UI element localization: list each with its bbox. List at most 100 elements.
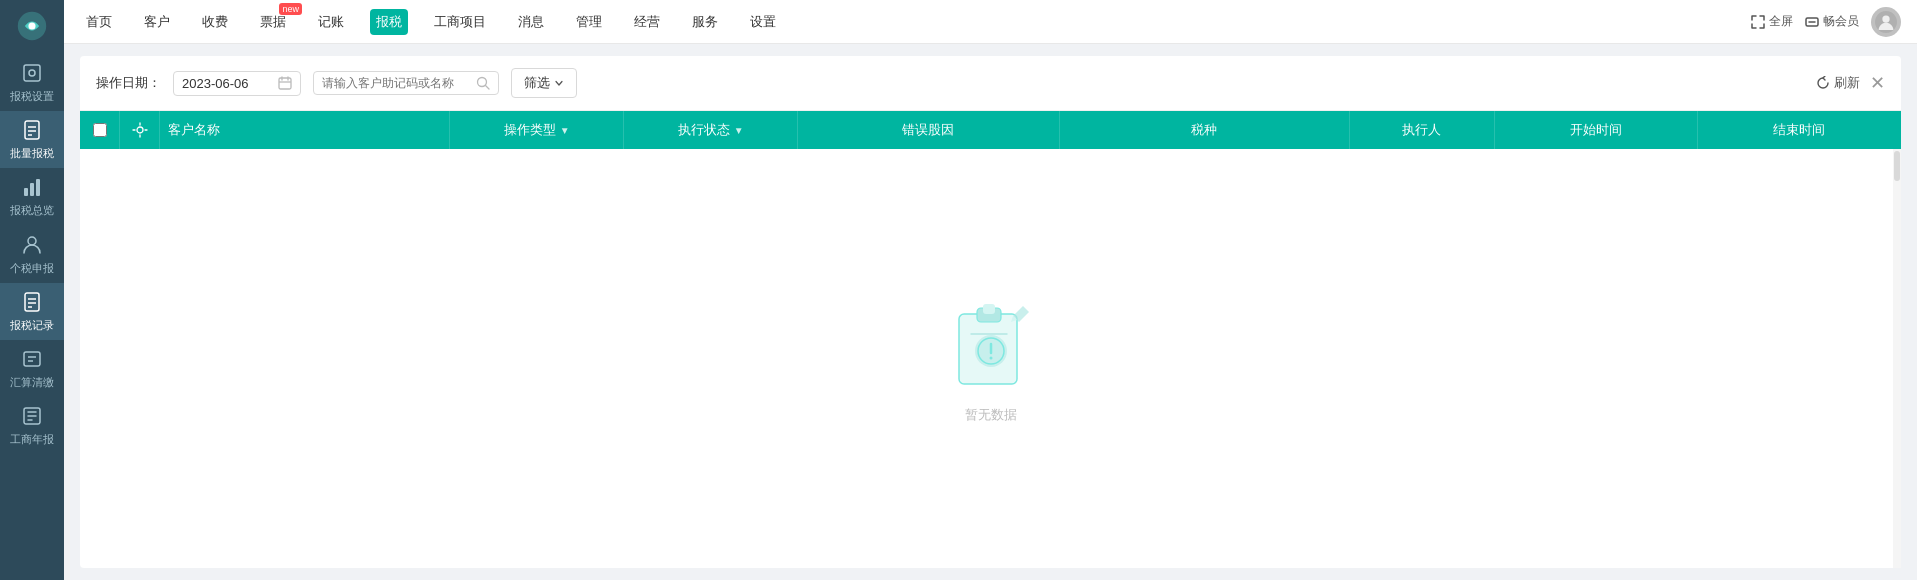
filter-label: 筛选: [524, 74, 550, 92]
refresh-button[interactable]: 刷新: [1816, 74, 1860, 92]
col-exec-status[interactable]: 执行状态 ▼: [624, 111, 798, 149]
sidebar-item-tax-overview-label: 报税总览: [10, 204, 54, 217]
sidebar-item-annual-report-label: 工商年报: [10, 433, 54, 446]
tax-records-icon: [21, 291, 43, 316]
sidebar-item-personal-tax-label: 个税申报: [10, 262, 54, 275]
chevron-down-icon: [554, 78, 564, 88]
svg-rect-12: [25, 293, 39, 311]
sidebar-item-tax-overview[interactable]: 报税总览: [0, 168, 64, 225]
sidebar-item-tax-records[interactable]: 报税记录: [0, 283, 64, 340]
col-settings[interactable]: [120, 111, 160, 149]
col-client-name: 客户名称: [160, 111, 450, 149]
exec-status-sort-icon: ▼: [734, 125, 744, 136]
nav-tax[interactable]: 报税: [370, 9, 408, 35]
nav-message[interactable]: 消息: [512, 9, 550, 35]
toolbar: 操作日期：: [80, 56, 1901, 111]
content-card: 操作日期：: [80, 56, 1901, 568]
nav-invoice[interactable]: 票据 new: [254, 9, 292, 35]
member-icon: [1805, 15, 1819, 29]
new-badge: new: [279, 3, 302, 15]
op-type-sort-icon: ▼: [560, 125, 570, 136]
annual-report-icon: [21, 405, 43, 430]
calendar-icon: [278, 76, 292, 90]
search-icon: [476, 76, 490, 90]
empty-text: 暂无数据: [965, 406, 1017, 424]
nav-operation[interactable]: 经营: [628, 9, 666, 35]
nav-admin[interactable]: 管理: [570, 9, 608, 35]
nav-service[interactable]: 服务: [686, 9, 724, 35]
member-btn[interactable]: 畅会员: [1805, 13, 1859, 30]
col-start-time: 开始时间: [1495, 111, 1698, 149]
nav-client[interactable]: 客户: [138, 9, 176, 35]
app-logo: [14, 8, 50, 44]
main-area: 首页 客户 收费 票据 new 记账 报税 工商项目 消息 管理 经营 服务 设…: [64, 0, 1917, 580]
nav-accounts[interactable]: 记账: [312, 9, 350, 35]
svg-point-22: [1882, 15, 1889, 22]
svg-rect-4: [25, 121, 39, 139]
nav-items: 首页 客户 收费 票据 new 记账 报税 工商项目 消息 管理 经营 服务 设…: [80, 9, 782, 35]
nav-billing[interactable]: 收费: [196, 9, 234, 35]
personal-tax-icon: [21, 234, 43, 259]
svg-rect-23: [279, 78, 291, 89]
date-label: 操作日期：: [96, 74, 161, 92]
settings-icon: [132, 122, 148, 138]
svg-rect-9: [30, 183, 34, 196]
svg-rect-10: [36, 179, 40, 196]
sidebar-item-tax-records-label: 报税记录: [10, 319, 54, 332]
fullscreen-btn[interactable]: 全屏: [1751, 13, 1793, 30]
filter-button[interactable]: 筛选: [511, 68, 577, 98]
settlement-icon: [21, 348, 43, 373]
sidebar-item-annual-report[interactable]: 工商年报: [0, 397, 64, 454]
sidebar-item-settlement-label: 汇算清缴: [10, 376, 54, 389]
sidebar-item-settlement[interactable]: 汇算清缴: [0, 340, 64, 397]
avatar[interactable]: [1871, 7, 1901, 37]
search-input[interactable]: [322, 76, 472, 90]
sidebar-item-batch-tax-label: 批量报税: [10, 147, 54, 160]
date-input[interactable]: [182, 76, 272, 91]
top-nav: 首页 客户 收费 票据 new 记账 报税 工商项目 消息 管理 经营 服务 设…: [64, 0, 1917, 44]
svg-rect-30: [983, 304, 995, 314]
svg-point-3: [29, 70, 35, 76]
scroll-thumb[interactable]: [1894, 151, 1900, 181]
nav-settings[interactable]: 设置: [744, 9, 782, 35]
col-end-time: 结束时间: [1698, 111, 1901, 149]
tax-overview-icon: [21, 176, 43, 201]
empty-illustration: [941, 294, 1041, 394]
fullscreen-label: 全屏: [1769, 13, 1793, 30]
avatar-icon: [1875, 11, 1897, 33]
svg-rect-2: [24, 65, 40, 81]
sidebar: 报税设置 批量报税 报税总览: [0, 0, 64, 580]
col-executor: 执行人: [1350, 111, 1495, 149]
select-all-checkbox[interactable]: [93, 123, 107, 137]
sidebar-item-batch-tax[interactable]: 批量报税: [0, 111, 64, 168]
tax-settings-icon: [21, 62, 43, 87]
col-op-type[interactable]: 操作类型 ▼: [450, 111, 624, 149]
sidebar-item-tax-settings-label: 报税设置: [10, 90, 54, 103]
scrollbar[interactable]: [1893, 149, 1901, 568]
nav-business[interactable]: 工商项目: [428, 9, 492, 35]
svg-point-27: [137, 127, 143, 133]
member-label: 畅会员: [1823, 13, 1859, 30]
col-checkbox[interactable]: [80, 111, 120, 149]
batch-tax-icon: [21, 119, 43, 144]
fullscreen-icon: [1751, 15, 1765, 29]
svg-point-34: [989, 356, 992, 359]
svg-point-1: [28, 22, 35, 29]
refresh-label: 刷新: [1834, 74, 1860, 92]
close-button[interactable]: ✕: [1870, 74, 1885, 92]
content-area: 操作日期：: [64, 44, 1917, 580]
table-header: 客户名称 操作类型 ▼ 执行状态 ▼ 错误股因 税种 执行人: [80, 111, 1901, 149]
sidebar-item-personal-tax[interactable]: 个税申报: [0, 226, 64, 283]
topnav-right: 全屏 畅会员: [1751, 7, 1901, 37]
refresh-icon: [1816, 76, 1830, 90]
empty-state: 暂无数据: [80, 149, 1901, 568]
col-tax-type: 税种: [1060, 111, 1350, 149]
col-error-reason: 错误股因: [798, 111, 1059, 149]
search-wrap[interactable]: [313, 71, 499, 95]
nav-home[interactable]: 首页: [80, 9, 118, 35]
toolbar-right: 刷新 ✕: [1816, 74, 1885, 92]
sidebar-item-tax-settings[interactable]: 报税设置: [0, 54, 64, 111]
svg-rect-8: [24, 188, 28, 196]
date-input-wrap[interactable]: [173, 71, 301, 96]
svg-rect-16: [24, 352, 40, 366]
